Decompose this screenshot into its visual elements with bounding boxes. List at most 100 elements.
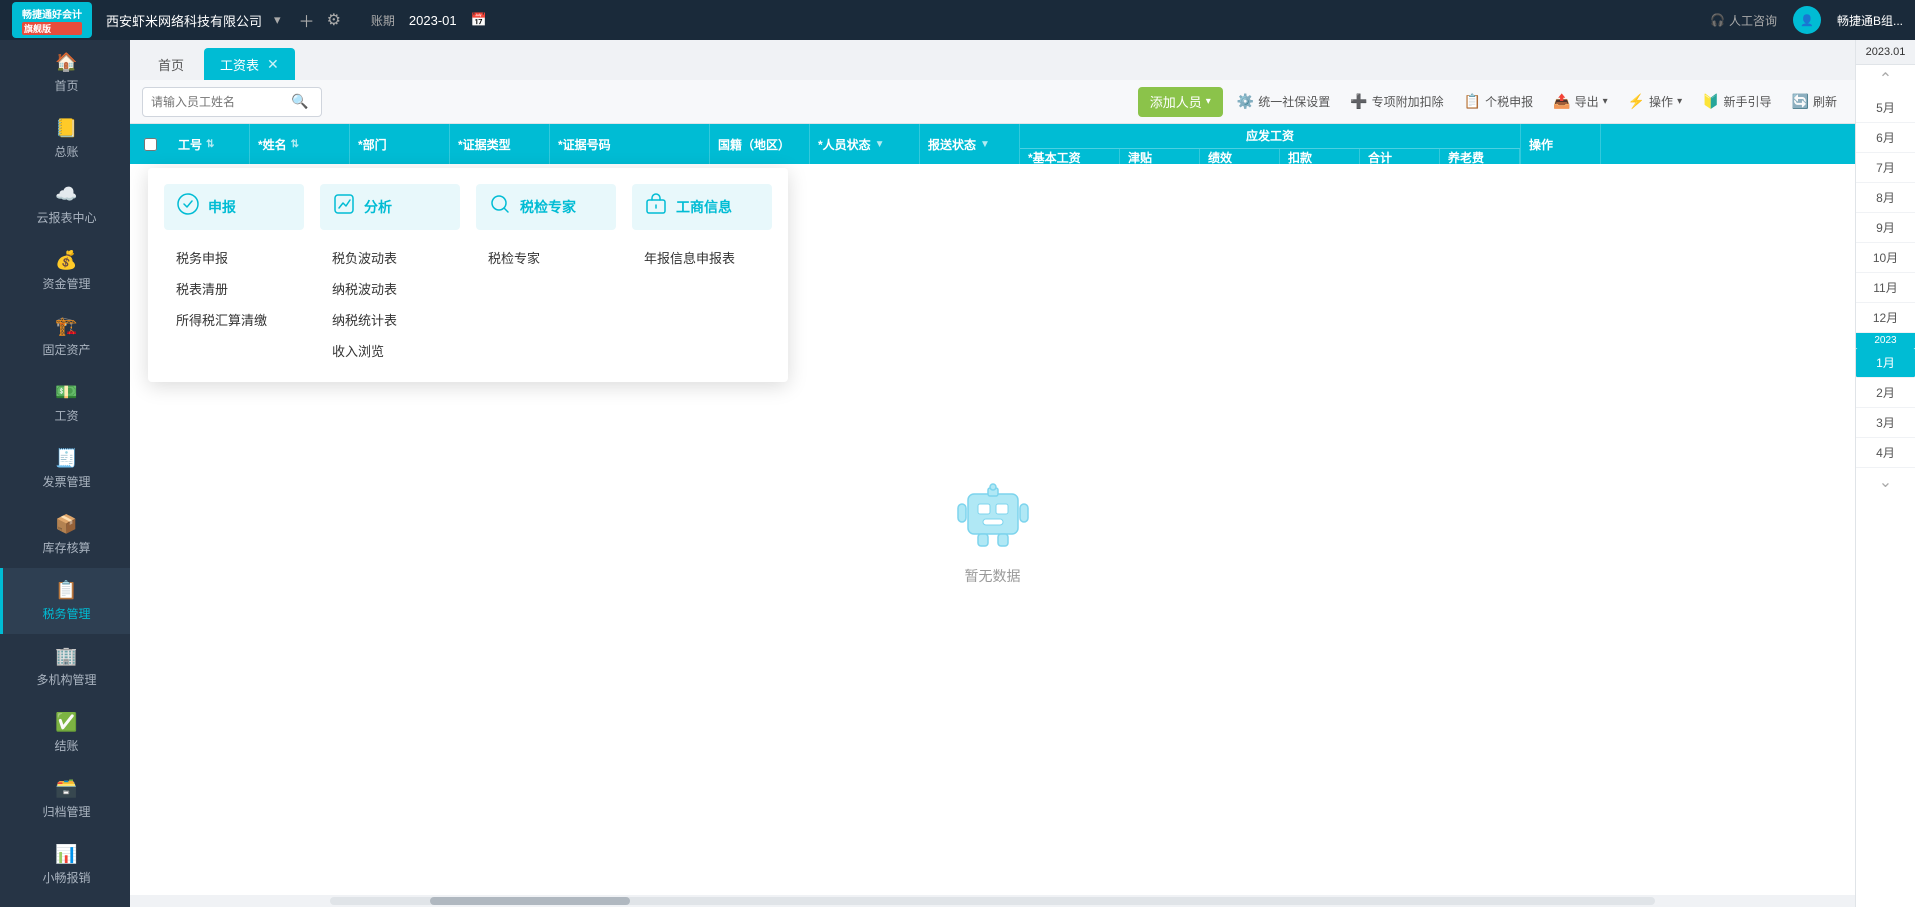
refresh-button[interactable]: 🔄 刷新 — [1786, 87, 1843, 117]
headset-icon: 🎧 — [1710, 13, 1725, 27]
select-all-input[interactable] — [144, 138, 157, 151]
cal-month-1[interactable]: 1月 — [1856, 348, 1915, 378]
sidebar-item-cloud[interactable]: ☁️ 云报表中心 — [0, 172, 130, 238]
add-person-button[interactable]: 添加人员 ▾ — [1138, 87, 1223, 117]
cal-down-nav[interactable]: ⌄ — [1856, 468, 1915, 496]
sidebar-item-ledger[interactable]: 📒 总账 — [0, 106, 130, 172]
menu-tax-stats[interactable]: 纳税统计表 — [320, 304, 460, 335]
th-status-label: *人员状态 — [818, 136, 871, 153]
sidebar-item-multi[interactable]: 🏢 多机构管理 — [0, 634, 130, 700]
cal-month-12[interactable]: 12月 — [1856, 303, 1915, 333]
sidebar-item-funds[interactable]: 💰 资金管理 — [0, 238, 130, 304]
th-name-sort-icon[interactable]: ⇅ — [291, 139, 299, 150]
tab-salary[interactable]: 工资表 ✕ — [204, 48, 295, 80]
h-scrollbar-thumb[interactable] — [430, 897, 630, 905]
th-status: *人员状态 ▼ — [810, 124, 920, 164]
guide-button[interactable]: 🔰 新手引导 — [1696, 87, 1777, 117]
social-security-button[interactable]: ⚙️ 统一社保设置 — [1231, 87, 1336, 117]
menu-tax-table[interactable]: 税表清册 — [164, 273, 304, 304]
cal-month-4[interactable]: 4月 — [1856, 438, 1915, 468]
section-declare-header: 申报 — [164, 184, 304, 230]
salary-icon: 💵 — [55, 382, 77, 403]
cal-month-6[interactable]: 6月 — [1856, 123, 1915, 153]
company-dropdown-icon[interactable]: ▾ — [274, 12, 281, 28]
service-button[interactable]: 🎧 人工咨询 — [1710, 12, 1777, 29]
cal-month-3[interactable]: 3月 — [1856, 408, 1915, 438]
sidebar-label-invoice: 发票管理 — [42, 473, 90, 490]
cal-month-2[interactable]: 2月 — [1856, 378, 1915, 408]
menu-income-calc[interactable]: 所得税汇算清缴 — [164, 304, 304, 335]
report-icon: 📊 — [55, 844, 77, 865]
th-dept: *部门 — [350, 124, 450, 164]
menu-tax-declare[interactable]: 税务申报 — [164, 242, 304, 273]
th-idno-label: *证据号码 — [558, 136, 611, 153]
sidebar-item-archive[interactable]: 🗃️ 归档管理 — [0, 766, 130, 832]
search-box[interactable]: 🔍 — [142, 87, 322, 117]
guide-toolbar-icon: 🔰 — [1702, 93, 1719, 110]
cal-month-7[interactable]: 7月 — [1856, 153, 1915, 183]
analysis-icon — [332, 192, 356, 222]
th-idno: *证据号码 — [550, 124, 710, 164]
export-button[interactable]: 📤 导出 ▾ — [1547, 87, 1613, 117]
menu-tax-payment[interactable]: 纳税波动表 — [320, 273, 460, 304]
operation-label: 操作 — [1649, 93, 1673, 110]
inventory-icon: 📦 — [55, 514, 77, 535]
tab-close-icon[interactable]: ✕ — [267, 57, 279, 71]
cal-month-9[interactable]: 9月 — [1856, 213, 1915, 243]
tab-salary-label: 工资表 — [220, 55, 259, 74]
tab-home[interactable]: 首页 — [142, 48, 200, 80]
cal-month-11[interactable]: 11月 — [1856, 273, 1915, 303]
sidebar-item-invoice[interactable]: 🧾 发票管理 — [0, 436, 130, 502]
h-scrollbar[interactable] — [130, 895, 1855, 907]
cal-month-8[interactable]: 8月 — [1856, 183, 1915, 213]
sidebar-item-home[interactable]: 🏠 首页 — [0, 40, 130, 106]
sidebar-label-home: 首页 — [54, 77, 78, 94]
menu-tax-expert[interactable]: 税检专家 — [476, 242, 616, 273]
cal-up-nav[interactable]: ⌃ — [1856, 65, 1915, 93]
menu-annual-report[interactable]: 年报信息申报表 — [632, 242, 772, 273]
sidebar-item-assets[interactable]: 🏗️ 固定资产 — [0, 304, 130, 370]
logo-line1: 畅捷通好会计 — [22, 6, 82, 21]
tax-report-icon: 📋 — [1464, 93, 1481, 110]
wages-group: 应发工资 *基本工资 津贴 绩效 扣款 合计 养老费 — [1020, 124, 1521, 166]
sidebar-label-settle: 结账 — [54, 737, 78, 754]
sidebar-item-inventory[interactable]: 📦 库存核算 — [0, 502, 130, 568]
add-dropdown-icon: ▾ — [1206, 96, 1211, 107]
cal-month-10[interactable]: 10月 — [1856, 243, 1915, 273]
tax-report-button[interactable]: 📋 个税申报 — [1458, 87, 1539, 117]
search-input[interactable] — [151, 95, 291, 109]
calendar-icon[interactable]: 📅 — [471, 12, 487, 28]
cloud-icon: ☁️ — [55, 184, 77, 205]
business-icon — [644, 192, 668, 222]
sidebar-item-salary[interactable]: 💵 工资 — [0, 370, 130, 436]
sidebar-item-tax[interactable]: 📋 税务管理 — [0, 568, 130, 634]
settings-icon[interactable]: ⚙ — [327, 10, 341, 30]
th-region-label: 国籍（地区） — [718, 136, 790, 153]
company-name: 西安虾米网络科技有限公司 — [106, 11, 262, 30]
th-status-filter-icon[interactable]: ▼ — [875, 139, 885, 150]
export-icon: 📤 — [1553, 93, 1570, 110]
cal-month-5[interactable]: 5月 — [1856, 93, 1915, 123]
operation-button[interactable]: ⚡ 操作 ▾ — [1622, 87, 1688, 117]
sidebar-item-settings[interactable]: ⚙️ 基础设置 — [0, 898, 130, 907]
menu-tax-burden[interactable]: 税负波动表 — [320, 242, 460, 273]
th-no-sort-icon[interactable]: ⇅ — [206, 139, 214, 150]
th-send-filter-icon[interactable]: ▼ — [980, 139, 990, 150]
sidebar-item-settle[interactable]: ✅ 结账 — [0, 700, 130, 766]
sidebar-label-ledger: 总账 — [54, 143, 78, 160]
section-analysis-title: 分析 — [364, 197, 392, 217]
special-deduction-button[interactable]: ➕ 专项附加扣除 — [1344, 87, 1449, 117]
sidebar-item-report[interactable]: 📊 小畅报销 — [0, 832, 130, 898]
add-icon[interactable]: ＋ — [299, 8, 315, 32]
multi-icon: 🏢 — [55, 646, 77, 667]
wages-group-label: 应发工资 — [1020, 124, 1520, 149]
sidebar-label-salary: 工资 — [54, 407, 78, 424]
select-all-checkbox[interactable] — [130, 138, 170, 151]
section-analysis-header: 分析 — [320, 184, 460, 230]
user-name[interactable]: 畅捷通B组... — [1837, 12, 1903, 29]
invoice-icon: 🧾 — [55, 448, 77, 469]
export-label: 导出 — [1575, 93, 1599, 110]
top-bar-right: 🎧 人工咨询 👤 畅捷通B组... — [1710, 6, 1903, 34]
h-scrollbar-track — [330, 897, 1655, 905]
menu-income-browse[interactable]: 收入浏览 — [320, 335, 460, 366]
